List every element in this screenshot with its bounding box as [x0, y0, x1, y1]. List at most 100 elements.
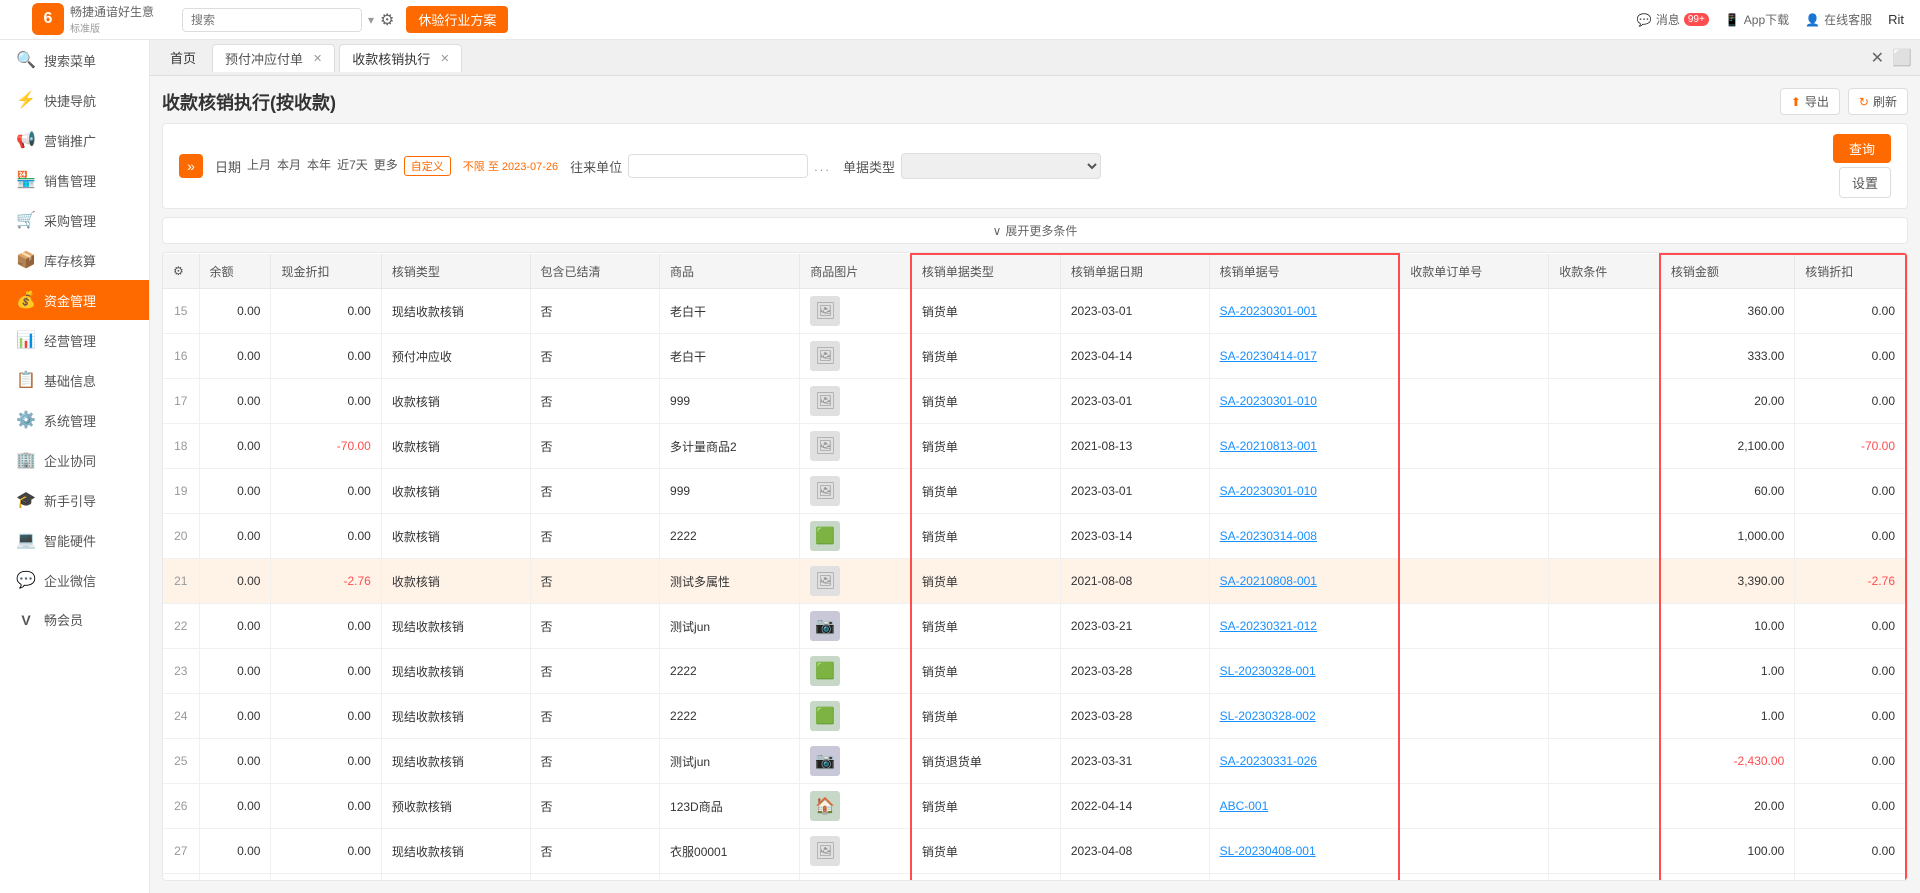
cell-cancel-discount: -70.00	[1795, 424, 1906, 469]
sidebar-item-system[interactable]: ⚙️ 系统管理	[0, 400, 149, 440]
cell-cancel-date: 2021-08-13	[1060, 424, 1209, 469]
cell-cancel-order-type: 销货单	[911, 379, 1061, 424]
app-download-btn[interactable]: 📱 App下载	[1725, 11, 1789, 28]
cancel-no-link[interactable]: SL-20230328-001	[1220, 664, 1316, 678]
order-type-select[interactable]	[901, 153, 1101, 179]
sidebar-item-basic[interactable]: 📋 基础信息	[0, 360, 149, 400]
tab-restore-btn[interactable]: ⬜	[1892, 48, 1912, 68]
cell-cancel-type: 预付冲应收	[381, 334, 530, 379]
cancel-no-link[interactable]: SA-20230321-012	[1220, 619, 1317, 633]
brand-sub: 标准版	[70, 20, 154, 35]
cell-receipt-condition	[1549, 424, 1660, 469]
partner-input[interactable]	[628, 154, 808, 178]
industry-btn[interactable]: 休验行业方案	[406, 6, 508, 33]
cancel-no-link[interactable]: SL-20230408-001	[1220, 844, 1316, 858]
sidebar-item-newbie[interactable]: 🎓 新手引导	[0, 480, 149, 520]
date-last-month[interactable]: 上月	[247, 156, 271, 176]
cell-row-num: 20	[163, 514, 199, 559]
cell-cancel-discount: 0.00	[1795, 694, 1906, 739]
th-cancel-discount: 核销折扣	[1795, 254, 1906, 289]
sidebar-item-quick[interactable]: ⚡ 快捷导航	[0, 80, 149, 120]
sidebar-item-purchase[interactable]: 🛒 采购管理	[0, 200, 149, 240]
cancel-no-link[interactable]: SA-20230301-001	[1220, 304, 1317, 318]
tab-receipt-label: 收款核销执行	[352, 49, 430, 68]
sidebar-item-corp[interactable]: 🏢 企业协同	[0, 440, 149, 480]
th-cancel-date: 核销单据日期	[1060, 254, 1209, 289]
cell-goods: 衣服00001	[660, 829, 800, 874]
cell-cancel-order-type: 销货单	[911, 514, 1061, 559]
cancel-no-link[interactable]: SA-20230414-017	[1220, 349, 1317, 363]
cancel-no-link[interactable]: ABC-001	[1220, 799, 1269, 813]
table-settings-btn[interactable]: 设置	[1839, 167, 1891, 198]
tab-close-btn[interactable]: ✕	[1871, 48, 1884, 68]
cell-include-settled: 否	[530, 559, 660, 604]
cell-receipt-condition	[1549, 559, 1660, 604]
date-last-7-days[interactable]: 近7天	[337, 156, 368, 176]
date-more[interactable]: 更多	[374, 156, 398, 176]
expand-collapse-btn[interactable]: »	[179, 154, 203, 178]
date-custom[interactable]: 自定义	[404, 156, 451, 176]
cell-goods-img: 🖼	[800, 379, 911, 424]
tab-receipt-close[interactable]: ✕	[440, 52, 449, 65]
cell-receipt-condition	[1549, 289, 1660, 334]
cell-goods-img: 🖼	[800, 469, 911, 514]
sidebar-item-marketing[interactable]: 📢 营销推广	[0, 120, 149, 160]
message-btn[interactable]: 💬 消息 99+	[1637, 11, 1709, 28]
sidebar-item-search[interactable]: 🔍 搜索菜单	[0, 40, 149, 80]
finance-icon: 💰	[16, 290, 36, 310]
refresh-btn[interactable]: ↻ 刷新	[1848, 88, 1908, 115]
sidebar-item-hardware[interactable]: 💻 智能硬件	[0, 520, 149, 560]
export-btn[interactable]: ⬆ 导出	[1780, 88, 1840, 115]
cell-receipt-order-no	[1399, 874, 1549, 882]
user-name[interactable]: Rit	[1888, 12, 1904, 27]
date-label: 日期	[215, 157, 241, 176]
th-settings[interactable]: ⚙	[163, 254, 199, 289]
cancel-no-link[interactable]: SA-20230301-010	[1220, 484, 1317, 498]
partner-dots[interactable]: ...	[814, 159, 831, 174]
cell-balance: 0.00	[199, 424, 271, 469]
sidebar-item-wechat[interactable]: 💬 企业微信	[0, 560, 149, 600]
cell-cancel-amount: 10.00	[1660, 604, 1795, 649]
cell-cash-discount: 0.00	[271, 829, 381, 874]
cancel-no-link[interactable]: SA-20210813-001	[1220, 439, 1317, 453]
table-header-row: ⚙ 余额 现金折扣 核销类型 包含已结清 商品 商品图片 核销单据类型 核销单据…	[163, 254, 1906, 289]
cancel-no-link[interactable]: SA-20230314-008	[1220, 529, 1317, 543]
sidebar-item-operation[interactable]: 📊 经营管理	[0, 320, 149, 360]
date-this-month[interactable]: 本月	[277, 156, 301, 176]
tab-prepay-close[interactable]: ✕	[313, 52, 322, 65]
cell-row-num: 15	[163, 289, 199, 334]
cell-cancel-order-type: 销货单	[911, 829, 1061, 874]
th-cancel-type: 核销类型	[381, 254, 530, 289]
query-btn[interactable]: 查询	[1833, 134, 1891, 163]
dropdown-chevron-icon[interactable]: ▾	[368, 13, 374, 27]
cell-goods: 测试多属性	[660, 559, 800, 604]
tab-receipt[interactable]: 收款核销执行 ✕	[339, 44, 462, 72]
th-goods: 商品	[660, 254, 800, 289]
sidebar-item-sales[interactable]: 🏪 销售管理	[0, 160, 149, 200]
cell-balance: 0.00	[199, 289, 271, 334]
top-search-input[interactable]	[182, 8, 362, 32]
brand-info: 畅捷通谙好生意 标准版	[70, 3, 154, 35]
cell-cancel-order-type: 销货单	[911, 649, 1061, 694]
settings-icon[interactable]: ⚙	[380, 10, 394, 30]
cancel-no-link[interactable]: SL-20230328-002	[1220, 709, 1316, 723]
tab-home[interactable]: 首页	[158, 44, 208, 71]
date-this-year[interactable]: 本年	[307, 156, 331, 176]
main-area: 首页 预付冲应付单 ✕ 收款核销执行 ✕ ✕ ⬜ 收款核销执行(按收款) ⬆	[150, 40, 1920, 893]
sidebar-item-member[interactable]: V 畅会员	[0, 600, 149, 639]
sidebar-item-inventory[interactable]: 📦 库存核算	[0, 240, 149, 280]
cell-cancel-no: SA-20230301-010	[1209, 469, 1399, 514]
cell-cancel-type: 收款核销	[381, 379, 530, 424]
hardware-icon: 💻	[16, 530, 36, 550]
online-service-btn[interactable]: 👤 在线客服	[1805, 11, 1872, 28]
table-row: 23 0.00 0.00 现结收款核销 否 2222 🟩 销货单 2023-03…	[163, 649, 1906, 694]
expand-more-row[interactable]: ∨ 展开更多条件	[162, 217, 1908, 244]
cancel-no-link[interactable]: SA-20230301-010	[1220, 394, 1317, 408]
cancel-no-link[interactable]: SA-20210808-001	[1220, 574, 1317, 588]
cell-receipt-condition	[1549, 784, 1660, 829]
cancel-no-link[interactable]: SA-20230331-026	[1220, 754, 1317, 768]
sidebar-item-finance[interactable]: 💰 资金管理	[0, 280, 149, 320]
tab-prepay[interactable]: 预付冲应付单 ✕	[212, 44, 335, 72]
cell-balance: 0.00	[199, 379, 271, 424]
cell-include-settled: 否	[530, 784, 660, 829]
